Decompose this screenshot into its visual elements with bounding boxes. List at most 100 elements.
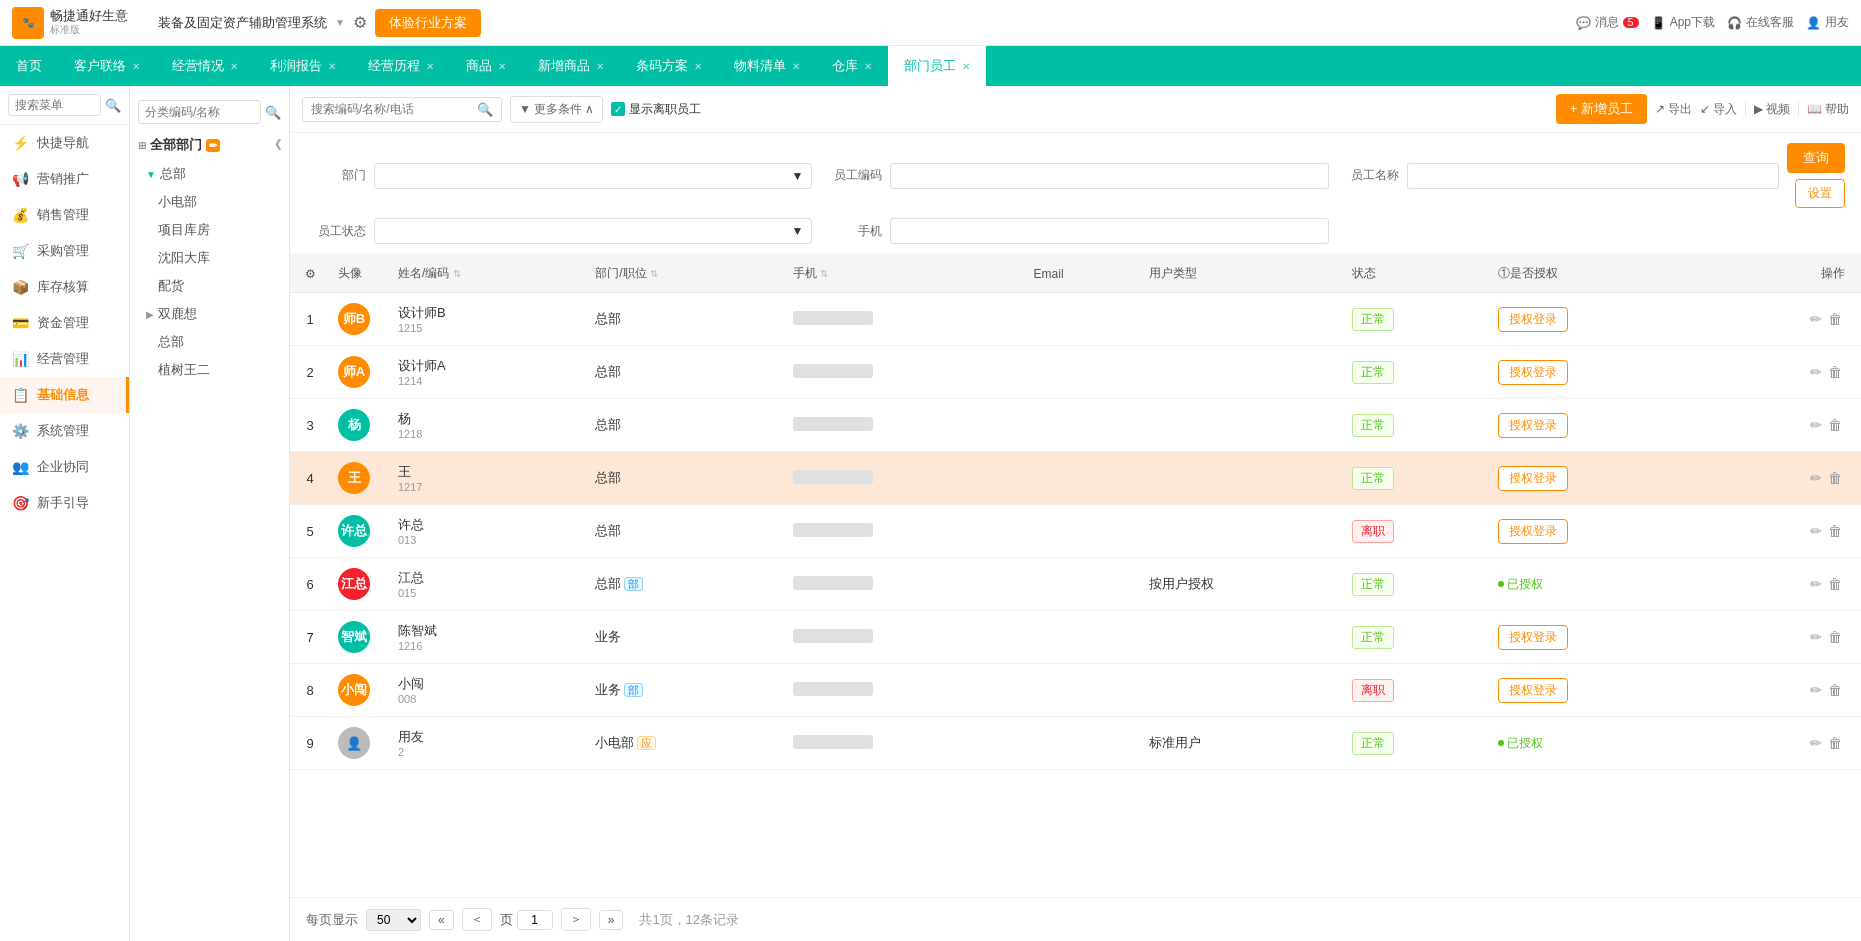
close-icon[interactable]: ✕ — [962, 61, 970, 72]
col-phone[interactable]: 手机 ⇅ — [785, 255, 1026, 293]
user-btn[interactable]: 👤 用友 — [1806, 14, 1849, 31]
sidebar-item-collab[interactable]: 👥 企业协同 — [0, 449, 129, 485]
search-input[interactable] — [311, 102, 473, 116]
edit-button[interactable]: ✏ — [1810, 682, 1822, 698]
close-icon[interactable]: ✕ — [230, 61, 238, 72]
tree-node-0[interactable]: ▼ 总部 — [130, 160, 289, 188]
col-dept[interactable]: 部门/职位 ⇅ — [587, 255, 784, 293]
export-btn[interactable]: ↗ 导出 — [1655, 101, 1692, 118]
import-btn[interactable]: ↙ 导入 — [1700, 101, 1737, 118]
tree-search-input[interactable] — [138, 100, 261, 124]
page-input[interactable] — [517, 910, 553, 930]
trial-button[interactable]: 体验行业方案 — [375, 9, 481, 37]
tab-barcode[interactable]: 条码方案 ✕ — [620, 46, 718, 86]
sidebar-item-sales[interactable]: 💰 销售管理 — [0, 197, 129, 233]
close-icon[interactable]: ✕ — [864, 61, 872, 72]
name-input[interactable] — [1407, 163, 1779, 189]
tab-customer[interactable]: 客户联络 ✕ — [58, 46, 156, 86]
view-btn[interactable]: ▶ 视频 — [1754, 101, 1790, 118]
tab-history[interactable]: 经营历程 ✕ — [352, 46, 450, 86]
query-button[interactable]: 查询 — [1787, 143, 1845, 173]
settings-icon[interactable]: ⚙ — [353, 13, 367, 32]
sidebar-item-guide[interactable]: 🎯 新手引导 — [0, 485, 129, 521]
col-settings[interactable]: ⚙ — [290, 255, 330, 293]
auth-login-button[interactable]: 授权登录 — [1498, 413, 1568, 438]
next-page-btn[interactable]: ＞ — [561, 908, 591, 931]
prev-page-btn[interactable]: ＜ — [462, 908, 492, 931]
edit-button[interactable]: ✏ — [1810, 311, 1822, 327]
tab-new-goods[interactable]: 新增商品 ✕ — [522, 46, 620, 86]
edit-button[interactable]: ✏ — [1810, 417, 1822, 433]
tab-home[interactable]: 首页 — [0, 46, 58, 86]
tree-edit-icon[interactable]: ✏ — [206, 139, 220, 152]
tree-node-1[interactable]: 小电部 — [130, 188, 289, 216]
auth-login-button[interactable]: 授权登录 — [1498, 466, 1568, 491]
tree-node-5[interactable]: ▶ 双鹿想 — [130, 300, 289, 328]
delete-button[interactable]: 🗑 — [1828, 682, 1842, 698]
delete-button[interactable]: 🗑 — [1828, 311, 1842, 327]
code-input[interactable] — [890, 163, 1328, 189]
edit-button[interactable]: ✏ — [1810, 364, 1822, 380]
sidebar-item-inventory[interactable]: 📦 库存核算 — [0, 269, 129, 305]
close-icon[interactable]: ✕ — [426, 61, 434, 72]
tree-search-icon[interactable]: 🔍 — [265, 105, 281, 120]
tab-goods[interactable]: 商品 ✕ — [450, 46, 522, 86]
edit-button[interactable]: ✏ — [1810, 576, 1822, 592]
online-service-btn[interactable]: 🎧 在线客服 — [1727, 14, 1794, 31]
edit-button[interactable]: ✏ — [1810, 470, 1822, 486]
add-employee-button[interactable]: + 新增员工 — [1556, 94, 1647, 124]
sidebar-search-input[interactable] — [8, 94, 101, 116]
first-page-btn[interactable]: « — [429, 910, 454, 930]
col-name[interactable]: 姓名/编码 ⇅ — [390, 255, 587, 293]
message-btn[interactable]: 💬 消息 5 — [1576, 14, 1639, 31]
tab-operation[interactable]: 经营情况 ✕ — [156, 46, 254, 86]
show-resign-toggle[interactable]: ✓ 显示离职员工 — [611, 101, 701, 118]
edit-button[interactable]: ✏ — [1810, 629, 1822, 645]
app-download-btn[interactable]: 📱 App下载 — [1651, 14, 1715, 31]
auth-login-button[interactable]: 授权登录 — [1498, 625, 1568, 650]
auth-login-button[interactable]: 授权登录 — [1498, 307, 1568, 332]
sidebar-item-basic[interactable]: 📋 基础信息 — [0, 377, 129, 413]
delete-button[interactable]: 🗑 — [1828, 629, 1842, 645]
auth-login-button[interactable]: 授权登录 — [1498, 678, 1568, 703]
tab-bom[interactable]: 物料清单 ✕ — [718, 46, 816, 86]
close-icon[interactable]: ✕ — [498, 61, 506, 72]
tree-root-header[interactable]: ⊞ 全部部门 ✏ 《 — [130, 130, 289, 160]
tab-profit[interactable]: 利润报告 ✕ — [254, 46, 352, 86]
last-page-btn[interactable]: » — [599, 910, 624, 930]
tree-node-6[interactable]: 总部 — [130, 328, 289, 356]
dept-select[interactable]: ▼ — [374, 163, 812, 189]
page-size-select[interactable]: 50 20 100 — [366, 909, 421, 931]
sidebar-item-marketing[interactable]: 📢 营销推广 — [0, 161, 129, 197]
auth-login-button[interactable]: 授权登录 — [1498, 519, 1568, 544]
delete-button[interactable]: 🗑 — [1828, 735, 1842, 751]
close-icon[interactable]: ✕ — [328, 61, 336, 72]
sidebar-item-finance[interactable]: 💳 资金管理 — [0, 305, 129, 341]
delete-button[interactable]: 🗑 — [1828, 523, 1842, 539]
sys-title-dropdown[interactable]: ▼ — [335, 17, 345, 28]
close-icon[interactable]: ✕ — [694, 61, 702, 72]
delete-button[interactable]: 🗑 — [1828, 417, 1842, 433]
status-select[interactable]: ▼ — [374, 218, 812, 244]
tree-node-2[interactable]: 项目库房 — [130, 216, 289, 244]
help-btn[interactable]: 📖 帮助 — [1807, 101, 1849, 118]
close-icon[interactable]: ✕ — [792, 61, 800, 72]
phone-input[interactable] — [890, 218, 1328, 244]
sidebar-item-purchase[interactable]: 🛒 采购管理 — [0, 233, 129, 269]
close-icon[interactable]: ✕ — [596, 61, 604, 72]
sidebar-search-icon[interactable]: 🔍 — [105, 98, 121, 113]
tree-node-7[interactable]: 植树王二 — [130, 356, 289, 384]
set-button[interactable]: 设置 — [1795, 179, 1845, 208]
sidebar-item-quicknav[interactable]: ⚡ 快捷导航 — [0, 125, 129, 161]
more-filter-btn[interactable]: ▼ 更多条件 ∧ — [510, 96, 603, 123]
tree-node-3[interactable]: 沈阳大库 — [130, 244, 289, 272]
sidebar-item-system[interactable]: ⚙️ 系统管理 — [0, 413, 129, 449]
tab-employee[interactable]: 部门员工 ✕ — [888, 46, 986, 86]
tab-warehouse[interactable]: 仓库 ✕ — [816, 46, 888, 86]
close-icon[interactable]: ✕ — [132, 61, 140, 72]
tree-collapse-icon[interactable]: 《 — [269, 137, 281, 154]
sidebar-item-mgmt[interactable]: 📊 经营管理 — [0, 341, 129, 377]
auth-login-button[interactable]: 授权登录 — [1498, 360, 1568, 385]
edit-button[interactable]: ✏ — [1810, 735, 1822, 751]
delete-button[interactable]: 🗑 — [1828, 364, 1842, 380]
